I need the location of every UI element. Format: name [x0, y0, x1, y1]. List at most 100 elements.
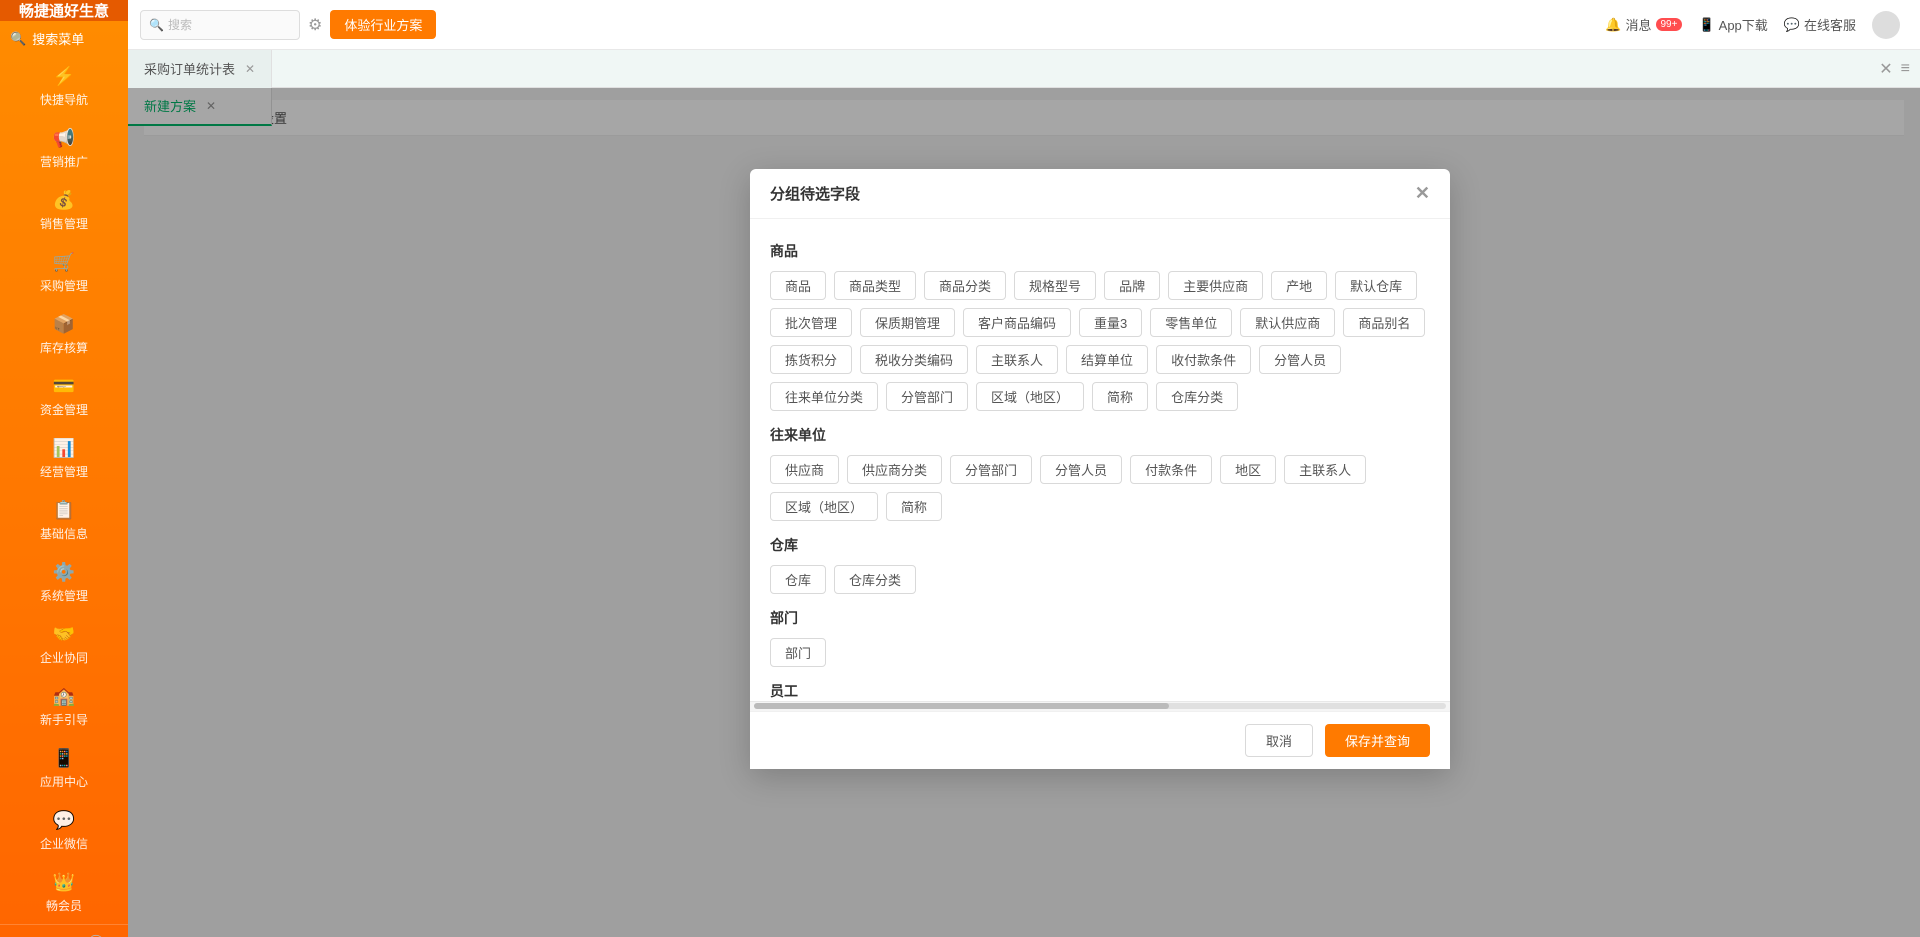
tag-partner-6[interactable]: 主联系人: [1284, 455, 1366, 484]
modal-hscroll-thumb: [754, 703, 1169, 709]
tag-group-partner: 供应商供应商分类分管部门分管人员付款条件地区主联系人区域（地区） 简称: [770, 455, 1430, 521]
sidebar-item-system[interactable]: ⚙️系统管理: [40, 552, 88, 614]
modal-title: 分组待选字段: [770, 183, 860, 204]
tabbar-close-icon[interactable]: ✕: [1879, 59, 1892, 79]
modal-footer: 取消 保存并查询: [750, 711, 1450, 769]
sidebar-item-sales[interactable]: 💰 销售管理: [40, 180, 88, 242]
modal-hscroll[interactable]: [750, 701, 1450, 710]
sidebar-item-label-operation: 经营管理: [40, 463, 88, 480]
topbar: 🔍 搜索 ⚙ 体验行业方案 🔔 消息 99+ 📱 App下载 💬 在线客服: [128, 0, 1920, 50]
tag-product-1[interactable]: 商品类型: [834, 271, 916, 300]
tag-product-3[interactable]: 规格型号: [1014, 271, 1096, 300]
service-icon: 💬: [1784, 17, 1800, 33]
tag-product-10[interactable]: 客户商品编码: [963, 308, 1071, 337]
notification-label: 消息: [1625, 15, 1651, 34]
section-title-employee: 员工: [770, 681, 1430, 701]
sidebar-item-label-inventory: 库存核算: [40, 339, 88, 356]
tag-partner-8[interactable]: 简称: [886, 492, 942, 521]
sidebar-item-finance[interactable]: 💳资金管理: [40, 366, 88, 428]
tag-partner-0[interactable]: 供应商: [770, 455, 839, 484]
sidebar-item-label-guide: 新手引导: [40, 711, 88, 728]
sidebar-item-marketing[interactable]: 📢 营销推广: [40, 118, 88, 180]
tag-department-0[interactable]: 部门: [770, 638, 826, 667]
tag-product-9[interactable]: 保质期管理: [860, 308, 955, 337]
sidebar-item-quick-nav[interactable]: ⚡快捷导航: [40, 56, 88, 118]
topbar-search-icon: 🔍: [149, 18, 164, 32]
topbar-right: 🔔 消息 99+ 📱 App下载 💬 在线客服: [1605, 11, 1920, 39]
topbar-search[interactable]: 🔍 搜索: [140, 10, 300, 40]
sidebar-item-member[interactable]: 👑畅会员: [40, 862, 88, 924]
tag-group-department: 部门: [770, 638, 1430, 667]
tag-product-6[interactable]: 产地: [1271, 271, 1327, 300]
tag-product-15[interactable]: 拣货积分: [770, 345, 852, 374]
tag-partner-2[interactable]: 分管部门: [950, 455, 1032, 484]
tab-close-purchase-stats[interactable]: ✕: [245, 62, 255, 76]
tabbar-more-icon[interactable]: ≡: [1901, 60, 1910, 78]
sidebar-logo: 畅捷通好生意: [0, 0, 128, 21]
tab-label-purchase-stats: 采购订单统计表: [144, 59, 235, 78]
tag-product-18[interactable]: 结算单位: [1066, 345, 1148, 374]
tag-product-12[interactable]: 零售单位: [1150, 308, 1232, 337]
member-icon: 👑: [53, 872, 75, 893]
modal-close-icon[interactable]: ✕: [1415, 183, 1430, 204]
tag-product-7[interactable]: 默认仓库: [1335, 271, 1417, 300]
tag-product-19[interactable]: 收付款条件: [1156, 345, 1251, 374]
modal-field-select: 分组待选字段 ✕ 商品商品商品类型商品分类规格型号品牌主要供应商产地默认仓库批次…: [750, 169, 1450, 769]
system-icon: ⚙️: [53, 562, 75, 583]
save-button[interactable]: 保存并查询: [1325, 724, 1430, 757]
sidebar-item-label-marketing: 营销推广: [40, 153, 88, 170]
tag-warehouse-0[interactable]: 仓库: [770, 565, 826, 594]
experience-btn[interactable]: 体验行业方案: [330, 10, 436, 39]
wechat-icon: 💬: [53, 810, 75, 831]
tag-warehouse-1[interactable]: 仓库分类: [834, 565, 916, 594]
tab-purchase-stats[interactable]: 采购订单统计表 ✕: [128, 50, 272, 88]
tag-partner-1[interactable]: 供应商分类: [847, 455, 942, 484]
sidebar-item-label-sales: 销售管理: [40, 215, 88, 232]
topbar-left: 🔍 搜索 ⚙ 体验行业方案: [128, 10, 448, 40]
sidebar-item-operation[interactable]: 📊经营管理: [40, 428, 88, 490]
sidebar-search[interactable]: 🔍 搜索菜单: [0, 21, 128, 56]
sidebar-item-purchase[interactable]: 🛒采购管理: [40, 242, 88, 304]
sales-icon: 💰: [53, 190, 75, 211]
marketing-icon: 📢: [53, 128, 75, 149]
tag-product-4[interactable]: 品牌: [1104, 271, 1160, 300]
tag-product-20[interactable]: 分管人员: [1259, 345, 1341, 374]
tag-partner-4[interactable]: 付款条件: [1130, 455, 1212, 484]
sidebar-item-appstore[interactable]: 📱应用中心: [40, 738, 88, 800]
tag-product-11[interactable]: 重量3: [1079, 308, 1142, 337]
appdownload-item[interactable]: 📱 App下载: [1698, 15, 1767, 34]
search-icon: 🔍: [10, 31, 26, 47]
sidebar-item-wechat[interactable]: 💬 企业微信: [40, 800, 88, 862]
sidebar-search-label: 搜索菜单: [32, 29, 84, 48]
topbar-gear-icon[interactable]: ⚙: [308, 15, 322, 35]
tag-product-14[interactable]: 商品别名: [1343, 308, 1425, 337]
tag-product-24[interactable]: 简称: [1092, 382, 1148, 411]
tag-product-2[interactable]: 商品分类: [924, 271, 1006, 300]
sidebar-item-corp[interactable]: 🤝企业协同: [40, 614, 88, 676]
tag-partner-5[interactable]: 地区: [1220, 455, 1276, 484]
tag-product-25[interactable]: 仓库分类: [1156, 382, 1238, 411]
notification-badge: 99+: [1656, 18, 1683, 31]
service-item[interactable]: 💬 在线客服: [1784, 15, 1856, 34]
tag-product-21[interactable]: 往来单位分类: [770, 382, 878, 411]
notification-item[interactable]: 🔔 消息 99+: [1605, 15, 1682, 34]
tag-product-8[interactable]: 批次管理: [770, 308, 852, 337]
tag-product-13[interactable]: 默认供应商: [1240, 308, 1335, 337]
tag-product-0[interactable]: 商品: [770, 271, 826, 300]
avatar[interactable]: [1872, 11, 1900, 39]
sidebar-nav: ⚡快捷导航 📢 营销推广 💰 销售管理 🛒采购管理📦库存核算💳资金管理📊经营管理📋基础信息…: [40, 56, 88, 924]
sidebar-item-guide[interactable]: 🏫新手引导: [40, 676, 88, 738]
tag-product-23[interactable]: 区域（地区）: [976, 382, 1084, 411]
sidebar-item-inventory[interactable]: 📦库存核算: [40, 304, 88, 366]
tag-product-5[interactable]: 主要供应商: [1168, 271, 1263, 300]
sidebar-item-basic[interactable]: 📋基础信息: [40, 490, 88, 552]
tag-product-22[interactable]: 分管部门: [886, 382, 968, 411]
tag-partner-3[interactable]: 分管人员: [1040, 455, 1122, 484]
cancel-button[interactable]: 取消: [1245, 724, 1313, 757]
tag-partner-7[interactable]: 区域（地区）: [770, 492, 878, 521]
tag-product-16[interactable]: 税收分类编码: [860, 345, 968, 374]
sidebar-item-label-wechat: 企业微信: [40, 835, 88, 852]
sidebar-bottom: ⚙ 🔊: [0, 924, 128, 937]
tag-product-17[interactable]: 主联系人: [976, 345, 1058, 374]
appstore-icon: 📱: [53, 748, 75, 769]
